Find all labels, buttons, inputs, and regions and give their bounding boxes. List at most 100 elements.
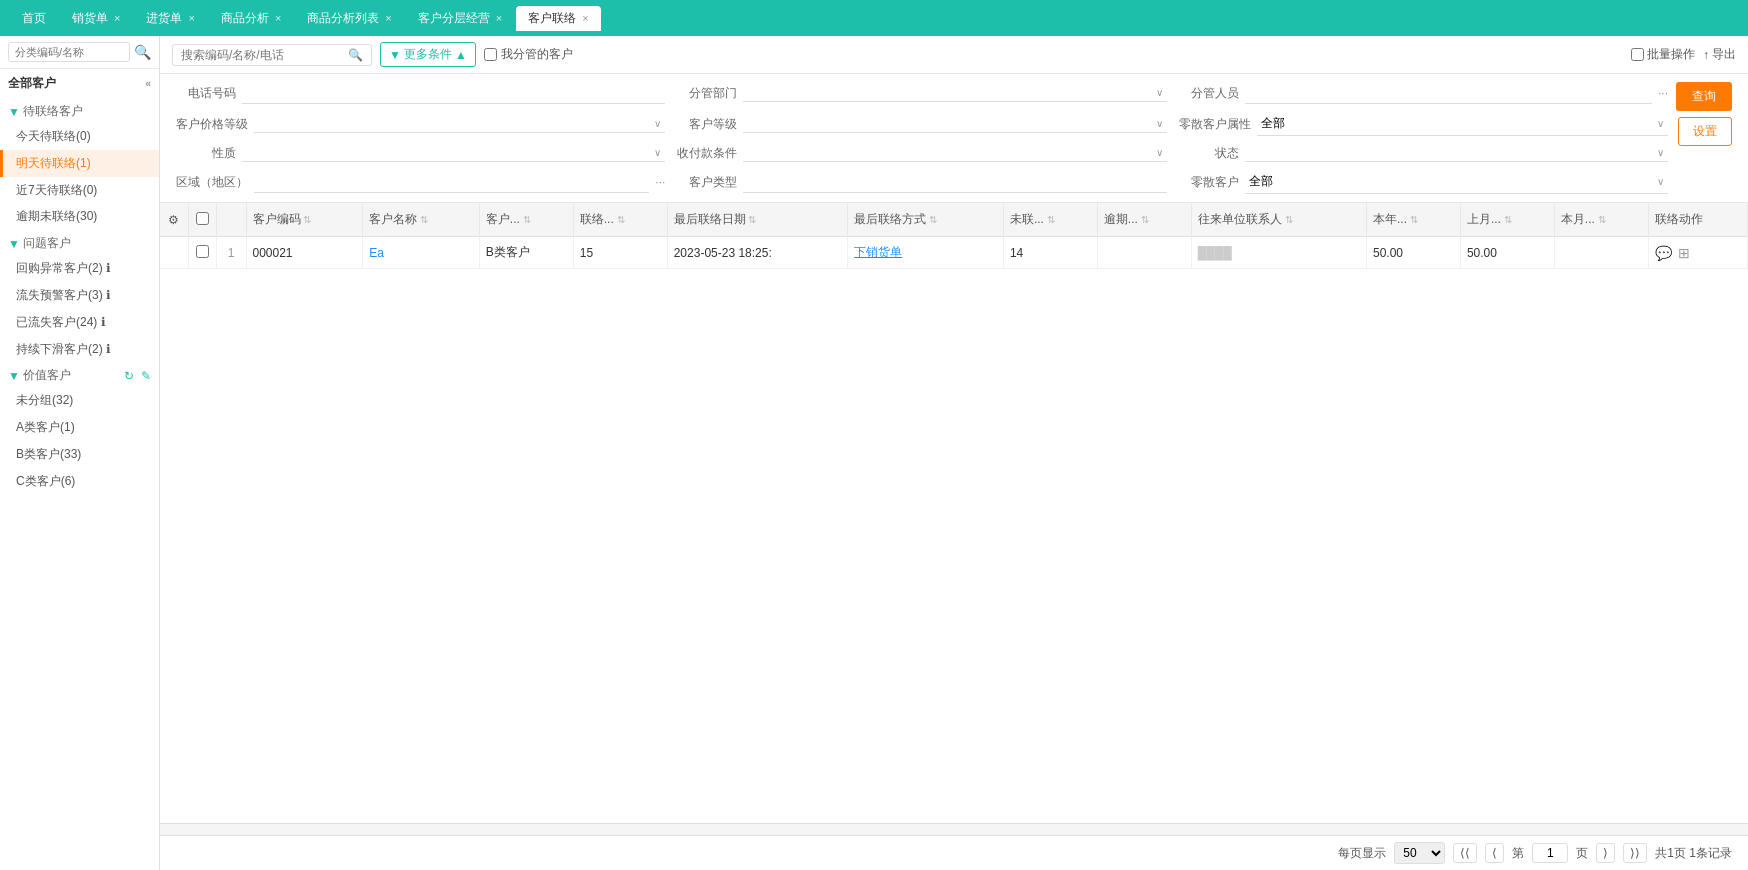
nav-customer-contact-close[interactable]: × [582, 12, 588, 24]
nav-product-analysis[interactable]: 商品分析 × [209, 6, 293, 31]
td-checkbox[interactable] [188, 237, 216, 269]
th-last-date[interactable]: 最后联络日期 [667, 203, 848, 237]
sidebar-item-c-class[interactable]: C类客户(6) [0, 468, 159, 495]
customer-table: ⚙ 客户编码 客户名称 客户... 联络... 最后联络日期 最后联络方式 未联… [160, 203, 1748, 269]
nav-product-list-close[interactable]: × [385, 12, 391, 24]
filter-region-input[interactable] [254, 171, 649, 193]
query-button[interactable]: 查询 [1676, 82, 1732, 111]
batch-op-check[interactable] [1631, 48, 1644, 61]
sidebar-item-ungroup[interactable]: 未分组(32) [0, 387, 159, 414]
first-page-btn[interactable]: ⟨⟨ [1453, 843, 1477, 863]
my-customers-check[interactable] [484, 48, 497, 61]
filter-payment-select[interactable]: ∨ [743, 144, 1166, 162]
chevron-up-icon: ▲ [455, 48, 467, 62]
th-code[interactable]: 客户编码 [246, 203, 363, 237]
filter-customer-type-input[interactable] [743, 171, 1166, 193]
search-icon[interactable]: 🔍 [348, 48, 363, 62]
sidebar-item-churn-warning[interactable]: 流失预警客户(3) ℹ [0, 282, 159, 309]
sidebar-section-pending[interactable]: ▼ 待联络客户 [0, 98, 159, 123]
nav-purchase[interactable]: 进货单 × [134, 6, 206, 31]
filter-price-select[interactable]: ∨ [254, 115, 665, 133]
filter-nature: 性质 ∨ [176, 144, 665, 162]
filter-nature-select[interactable]: ∨ [242, 144, 665, 162]
set-button[interactable]: 设置 [1678, 117, 1732, 146]
select-all-checkbox[interactable] [196, 212, 209, 225]
sidebar-section-value[interactable]: ▼ 价值客户 ↻ ✎ [0, 362, 159, 387]
nav-home[interactable]: 首页 [10, 6, 58, 31]
th-last-month[interactable]: 上月... [1460, 203, 1554, 237]
next-page-btn[interactable]: ⟩ [1596, 843, 1615, 863]
filter-retail-attr-select[interactable]: 全部 ∨ [1257, 112, 1668, 136]
filter-status-select[interactable]: ∨ [1245, 144, 1668, 162]
more-conditions-btn[interactable]: ▼ 更多条件 ▲ [380, 42, 476, 67]
filter-customer-level-select[interactable]: ∨ [743, 115, 1166, 133]
last-page-btn[interactable]: ⟩⟩ [1623, 843, 1647, 863]
nav-sales[interactable]: 销货单 × [60, 6, 132, 31]
sidebar-all-customers[interactable]: 全部客户 « [0, 69, 159, 98]
nav-product-analysis-close[interactable]: × [275, 12, 281, 24]
prev-page-btn[interactable]: ⟨ [1485, 843, 1504, 863]
per-page-select[interactable]: 50 100 200 [1394, 842, 1445, 864]
sidebar-item-today[interactable]: 今天待联络(0) [0, 123, 159, 150]
last-method-link[interactable]: 下销货单 [854, 245, 902, 259]
th-contact-person[interactable]: 往来单位联系人 [1191, 203, 1366, 237]
filter-phone-label: 电话号码 [176, 85, 236, 102]
grid-icon[interactable]: ⊞ [1678, 245, 1690, 261]
page-label: 第 [1512, 845, 1524, 862]
sidebar-search-input[interactable] [8, 42, 130, 62]
value-refresh-icon[interactable]: ↻ [124, 369, 134, 383]
filter-person-dots[interactable]: ··· [1658, 86, 1668, 100]
sidebar-item-tomorrow[interactable]: 明天待联络(1) [0, 150, 159, 177]
th-gear[interactable]: ⚙ [160, 203, 188, 237]
search-input[interactable] [181, 48, 344, 62]
th-last-method[interactable]: 最后联络方式 [848, 203, 1004, 237]
filter-phone-input[interactable] [242, 83, 665, 104]
th-overdue[interactable]: 逾期... [1097, 203, 1191, 237]
page-suffix: 页 [1576, 845, 1588, 862]
content-area: 🔍 ▼ 更多条件 ▲ 我分管的客户 批量操作 ↑ 导出 [160, 36, 1748, 870]
th-checkbox[interactable] [188, 203, 216, 237]
nav-customer-tier-close[interactable]: × [496, 12, 502, 24]
filter-nature-label: 性质 [176, 145, 236, 162]
sidebar-item-overdue[interactable]: 逾期未联络(30) [0, 203, 159, 230]
sidebar-item-a-class[interactable]: A类客户(1) [0, 414, 159, 441]
horizontal-scrollbar[interactable] [160, 823, 1748, 835]
filter-retail-select[interactable]: 全部 ∨ [1245, 170, 1668, 194]
sidebar-item-7days[interactable]: 近7天待联络(0) [0, 177, 159, 204]
nav-sales-close[interactable]: × [114, 12, 120, 24]
filter-region-dots[interactable]: ··· [655, 175, 665, 189]
sidebar-item-declining[interactable]: 持续下滑客户(2) ℹ [0, 336, 159, 363]
td-last-month: 50.00 [1460, 237, 1554, 269]
sidebar-search-icon[interactable]: 🔍 [134, 44, 151, 60]
filter-panel: 电话号码 分管部门 ∨ 分管人员 [160, 74, 1748, 203]
th-uncontacted[interactable]: 未联... [1003, 203, 1097, 237]
my-customers-checkbox[interactable]: 我分管的客户 [484, 46, 573, 63]
filter-dept-select[interactable]: ∨ [743, 84, 1166, 102]
filter-payment-label: 收付款条件 [677, 145, 737, 162]
sidebar-item-abnormal[interactable]: 回购异常客户(2) ℹ [0, 255, 159, 282]
th-name[interactable]: 客户名称 [363, 203, 480, 237]
table-area: ⚙ 客户编码 客户名称 客户... 联络... 最后联络日期 最后联络方式 未联… [160, 203, 1748, 823]
nav-customer-tier[interactable]: 客户分层经营 × [406, 6, 514, 31]
sidebar-item-churned[interactable]: 已流失客户(24) ℹ [0, 309, 159, 336]
comment-icon[interactable]: 💬 [1655, 245, 1672, 261]
filter-retail-attr: 零散客户属性 全部 ∨ [1179, 112, 1668, 136]
th-contact-count[interactable]: 联络... [573, 203, 667, 237]
row-checkbox[interactable] [196, 245, 209, 258]
th-this-year[interactable]: 本年... [1366, 203, 1460, 237]
nav-product-list[interactable]: 商品分析列表 × [295, 6, 403, 31]
th-type[interactable]: 客户... [479, 203, 573, 237]
page-input[interactable] [1532, 843, 1568, 863]
value-edit-icon[interactable]: ✎ [141, 369, 151, 383]
th-this-month[interactable]: 本月... [1554, 203, 1648, 237]
td-last-method[interactable]: 下销货单 [848, 237, 1004, 269]
filter-person-input[interactable] [1245, 82, 1652, 104]
nav-purchase-close[interactable]: × [188, 12, 194, 24]
td-name[interactable]: Ea [363, 237, 480, 269]
export-btn[interactable]: ↑ 导出 [1703, 46, 1736, 63]
sidebar-section-problem[interactable]: ▼ 问题客户 [0, 230, 159, 255]
sidebar-item-b-class[interactable]: B类客户(33) [0, 441, 159, 468]
sidebar-collapse-icon[interactable]: « [145, 78, 151, 89]
batch-op-btn[interactable]: 批量操作 [1631, 46, 1695, 63]
nav-customer-contact[interactable]: 客户联络 × [516, 6, 600, 31]
